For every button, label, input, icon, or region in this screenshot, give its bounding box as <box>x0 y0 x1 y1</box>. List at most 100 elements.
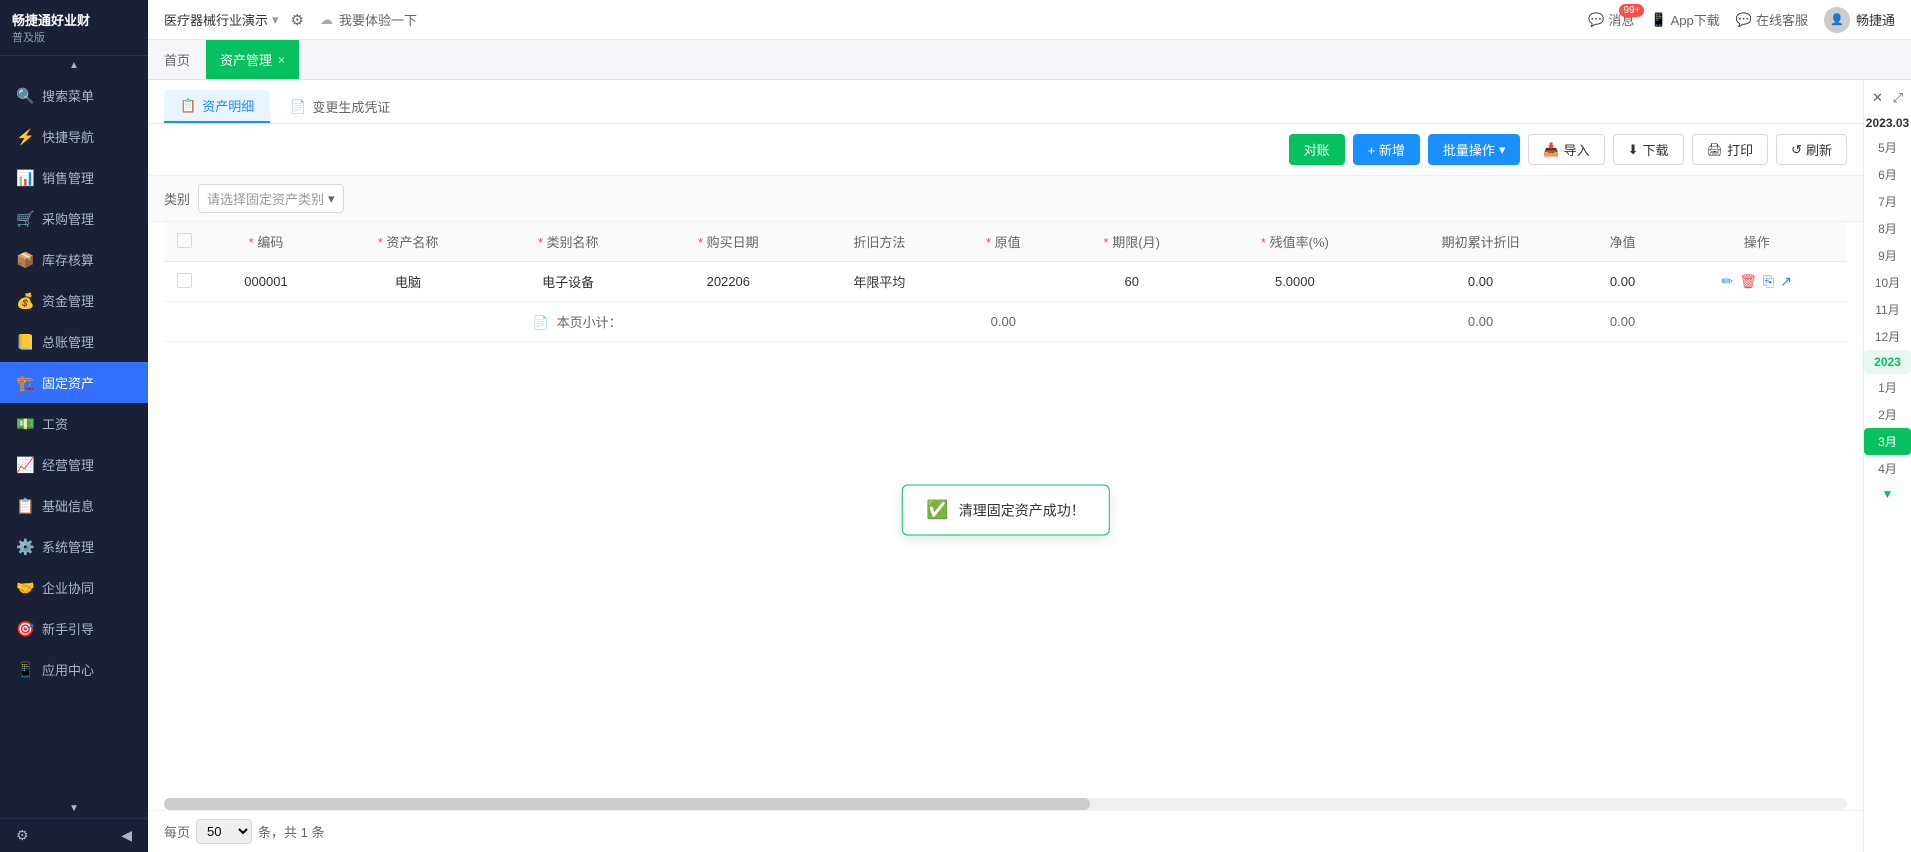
per-page-select[interactable]: 50 100 200 <box>196 819 252 844</box>
sub-tab-asset-detail[interactable]: 📋 资产明细 <box>164 90 270 123</box>
sidebar-item-label: 销售管理 <box>42 168 94 187</box>
content-area: 📋 资产明细 📄 变更生成凭证 对账 + 新增 <box>148 80 1911 852</box>
new-button[interactable]: + 新增 <box>1353 134 1420 165</box>
filter-bar: 类别 请选择固定资产类别 ▾ <box>148 176 1863 222</box>
sidebar-bottom: ⚙ ◀ <box>0 818 148 852</box>
col-net-value: 净值 <box>1579 222 1667 262</box>
tab-home[interactable]: 首页 <box>148 40 206 79</box>
action-icons: ✏ 🗑 ⎘ ↗ <box>1674 273 1839 290</box>
toolbar-right: 对账 + 新增 批量操作 ▾ 📥 导入 ⬇ 下载 <box>1289 134 1847 165</box>
sidebar-item-quick-nav[interactable]: ⚡ 快捷导航 <box>0 116 148 157</box>
tabs-bar: 首页 资产管理 × <box>148 40 1911 80</box>
settings-icon[interactable]: ⚙ <box>16 827 29 844</box>
table-scrollbar-thumb[interactable] <box>164 798 1090 810</box>
sidebar-item-fixed-assets[interactable]: 🏗️ 固定资产 <box>0 362 148 403</box>
select-all-header[interactable] <box>164 222 204 262</box>
row-checkbox[interactable] <box>177 273 192 288</box>
sidebar-item-salary[interactable]: 💵 工资 <box>0 403 148 444</box>
month-11[interactable]: 11月 <box>1864 296 1911 323</box>
sidebar-item-sales[interactable]: 📊 销售管理 <box>0 157 148 198</box>
month-3-current[interactable]: 3月 <box>1864 428 1911 455</box>
edit-icon[interactable]: ✏ <box>1721 273 1733 290</box>
sidebar-item-label: 工资 <box>42 414 68 433</box>
scroll-down-month[interactable]: ▼ <box>1864 482 1911 506</box>
online-service-button[interactable]: 💬 在线客服 <box>1736 10 1808 29</box>
sidebar-item-operations[interactable]: 📈 经营管理 <box>0 444 148 485</box>
sidebar-item-ledger[interactable]: 📒 总账管理 <box>0 321 148 362</box>
batch-button[interactable]: 批量操作 ▾ <box>1428 134 1521 165</box>
import-button[interactable]: 📥 导入 <box>1528 134 1604 165</box>
company-settings-icon[interactable]: ⚙ <box>291 11 304 29</box>
avatar: 👤 <box>1824 7 1850 33</box>
sidebar-item-enterprise[interactable]: 🤝 企业协同 <box>0 567 148 608</box>
sidebar-item-system[interactable]: ⚙️ 系统管理 <box>0 526 148 567</box>
row-period: 60 <box>1056 262 1207 302</box>
table-wrap: * 编码 * 资产名称 * 类别名称 * 购买日期 折旧方法 * 原值 * 期限… <box>148 222 1863 798</box>
col-residual-rate: * 残值率(%) <box>1207 222 1382 262</box>
print-button[interactable]: 🖨 打印 <box>1692 134 1769 165</box>
month-10[interactable]: 10月 <box>1864 269 1911 296</box>
sidebar-item-inventory[interactable]: 📦 库存核算 <box>0 239 148 280</box>
table-scrollbar[interactable] <box>164 798 1847 810</box>
panel-expand-icon[interactable]: ⤢ <box>1893 90 1903 106</box>
month-2[interactable]: 2月 <box>1864 401 1911 428</box>
sub-tab-change-voucher[interactable]: 📄 变更生成凭证 <box>274 91 406 122</box>
month-12[interactable]: 12月 <box>1864 323 1911 350</box>
more-icon[interactable]: ↗ <box>1780 273 1792 290</box>
delete-icon[interactable]: 🗑 <box>1739 273 1757 290</box>
sidebar-item-funds[interactable]: 💰 资金管理 <box>0 280 148 321</box>
refresh-button[interactable]: ↺ 刷新 <box>1776 134 1847 165</box>
row-checkbox-cell[interactable] <box>164 262 204 302</box>
col-name: * 资产名称 <box>328 222 488 262</box>
scroll-down-arrow[interactable]: ▼ <box>67 801 81 816</box>
experience-button[interactable]: ☁ 我要体验一下 <box>320 10 417 29</box>
sidebar-item-label: 搜索菜单 <box>42 86 94 105</box>
import-label: 导入 <box>1564 140 1590 159</box>
month-7[interactable]: 7月 <box>1864 188 1911 215</box>
tab-asset-management[interactable]: 资产管理 × <box>206 40 299 79</box>
tab-active-label: 资产管理 <box>220 50 272 69</box>
content-main: 📋 资产明细 📄 变更生成凭证 对账 + 新增 <box>148 80 1863 852</box>
col-category: * 类别名称 <box>488 222 648 262</box>
main-area: 医疗器械行业演示 ▾ ⚙ ☁ 我要体验一下 💬 消息 99+ 📱 App下载 💬… <box>148 0 1911 852</box>
messages-button[interactable]: 💬 消息 99+ <box>1588 10 1634 29</box>
month-9[interactable]: 9月 <box>1864 242 1911 269</box>
sidebar-item-basic-info[interactable]: 📋 基础信息 <box>0 485 148 526</box>
sidebar: 畅捷通好业财 普及版 ▲ 🔍 搜索菜单 ⚡ 快捷导航 📊 销售管理 🛒 采购管理… <box>0 0 148 852</box>
category-dropdown-icon: ▾ <box>328 191 335 207</box>
reconcile-button[interactable]: 对账 <box>1289 134 1345 165</box>
sidebar-item-label: 采购管理 <box>42 209 94 228</box>
messages-badge: 99+ <box>1619 4 1644 17</box>
year-2023-label[interactable]: 2023 <box>1864 350 1911 374</box>
month-6[interactable]: 6月 <box>1864 161 1911 188</box>
select-all-checkbox[interactable] <box>177 233 192 248</box>
sidebar-item-search[interactable]: 🔍 搜索菜单 <box>0 75 148 116</box>
month-8[interactable]: 8月 <box>1864 215 1911 242</box>
scroll-up-arrow[interactable]: ▲ <box>67 58 81 73</box>
assets-table: * 编码 * 资产名称 * 类别名称 * 购买日期 折旧方法 * 原值 * 期限… <box>164 222 1847 342</box>
sidebar-item-guide[interactable]: 🎯 新手引导 <box>0 608 148 649</box>
copy-icon[interactable]: ⎘ <box>1763 273 1774 290</box>
purchase-icon: 🛒 <box>16 210 34 228</box>
reconcile-label: 对账 <box>1304 140 1330 159</box>
category-filter-value: 请选择固定资产类别 <box>207 189 324 208</box>
app-download-button[interactable]: 📱 App下载 <box>1650 10 1719 29</box>
category-filter-select[interactable]: 请选择固定资产类别 ▾ <box>198 184 344 213</box>
download-icon: ⬇ <box>1628 142 1639 158</box>
experience-label: 我要体验一下 <box>339 10 417 29</box>
month-4[interactable]: 4月 <box>1864 455 1911 482</box>
toast-check-icon: ✅ <box>926 500 948 521</box>
sidebar-item-purchase[interactable]: 🛒 采购管理 <box>0 198 148 239</box>
month-5[interactable]: 5月 <box>1864 134 1911 161</box>
row-original-value <box>950 262 1056 302</box>
sidebar-item-app-center[interactable]: 📱 应用中心 <box>0 649 148 690</box>
download-button[interactable]: ⬇ 下载 <box>1613 134 1684 165</box>
collapse-icon[interactable]: ◀ <box>121 827 132 844</box>
row-category: 电子设备 <box>488 262 648 302</box>
tab-close-icon[interactable]: × <box>278 53 285 67</box>
user-menu[interactable]: 👤 畅捷通 <box>1824 7 1895 33</box>
month-1[interactable]: 1月 <box>1864 374 1911 401</box>
panel-close-icon[interactable]: ✕ <box>1872 90 1883 106</box>
company-selector[interactable]: 医疗器械行业演示 ▾ <box>164 10 279 29</box>
total-label: 条，共 1 条 <box>258 822 324 841</box>
